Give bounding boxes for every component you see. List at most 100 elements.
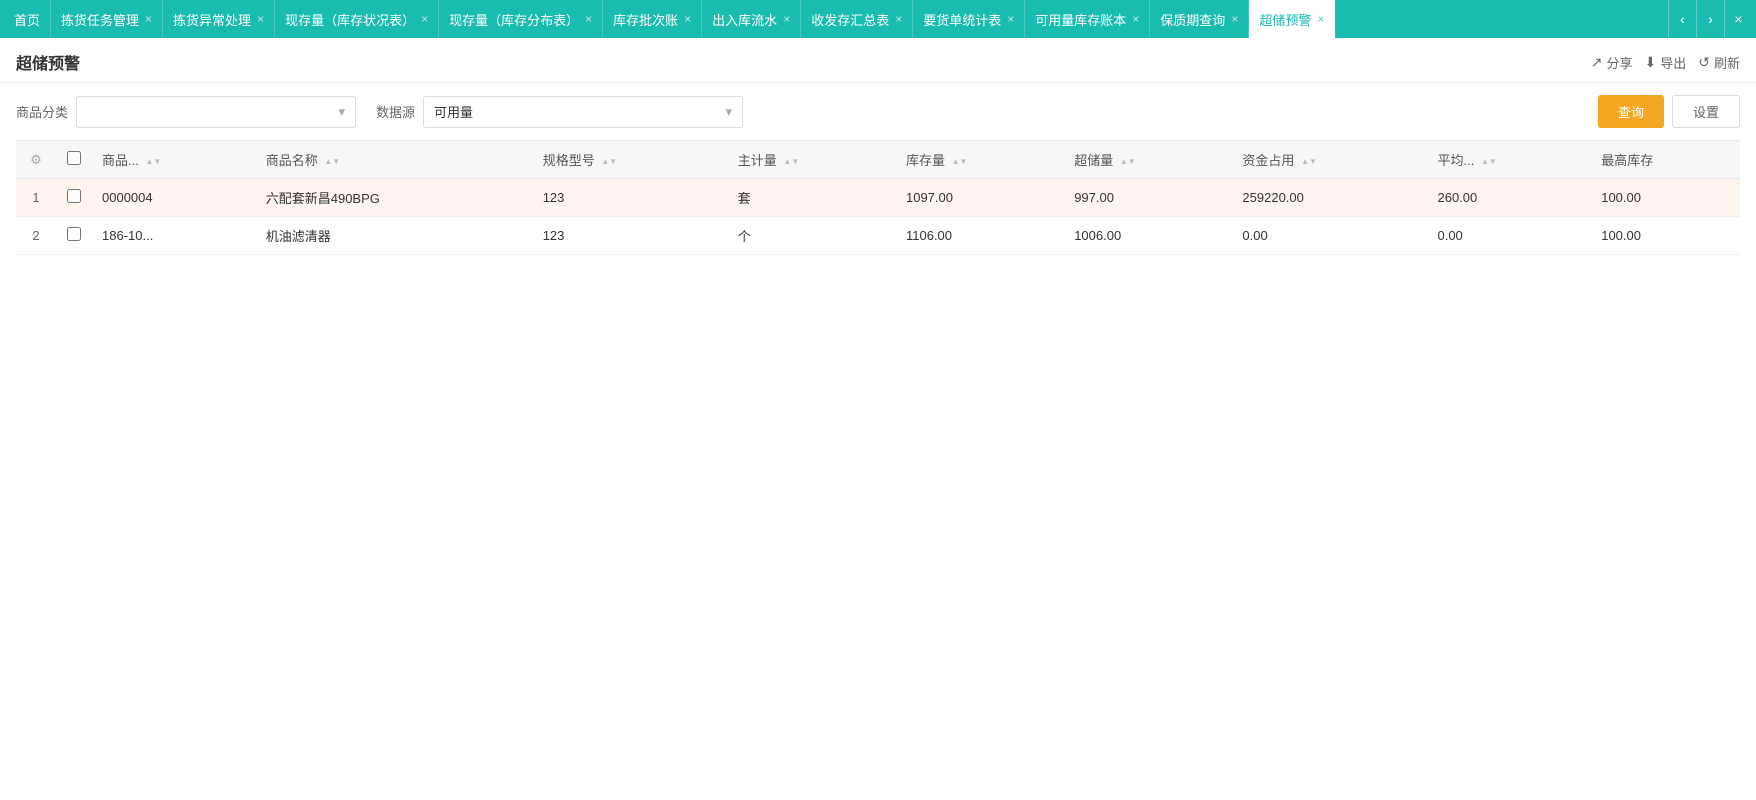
share-button[interactable]: ↗ 分享	[1591, 53, 1633, 72]
sort-icon[interactable]: ▲▼	[952, 158, 968, 166]
close-icon[interactable]: ×	[585, 12, 592, 26]
nav-item-overstock-warning[interactable]: 超储预警 ×	[1249, 0, 1335, 38]
nav-left-arrow[interactable]: ‹	[1668, 0, 1696, 38]
nav-close-arrow[interactable]: ×	[1724, 0, 1752, 38]
refresh-icon: ↺	[1698, 54, 1710, 71]
nav-item-available-account[interactable]: 可用量库存账本 ×	[1025, 0, 1150, 38]
cell-avg: 260.00	[1427, 179, 1591, 217]
query-button[interactable]: 查询	[1598, 95, 1664, 128]
close-icon[interactable]: ×	[1007, 12, 1014, 26]
chevron-down-icon: ▾	[338, 104, 345, 120]
table-wrapper: ⚙ 商品... ▲▼ 商品名称 ▲▼ 规格型号 ▲▼	[0, 140, 1756, 255]
gear-icon[interactable]: ⚙	[30, 152, 42, 167]
cell-stock-qty: 1097.00	[896, 179, 1064, 217]
th-max-stock: 最高库存	[1591, 141, 1740, 179]
th-unit: 主计量 ▲▼	[728, 141, 896, 179]
close-icon[interactable]: ×	[145, 12, 152, 26]
close-icon[interactable]: ×	[895, 12, 902, 26]
nav-label: 超储预警	[1259, 10, 1311, 29]
export-button[interactable]: ⬇ 导出	[1645, 53, 1687, 72]
sort-icon[interactable]: ▲▼	[1481, 158, 1497, 166]
nav-item-order-stat[interactable]: 要货单统计表 ×	[913, 0, 1025, 38]
page-content: 超储预警 ↗ 分享 ⬇ 导出 ↺ 刷新 商品分类 ▾ 数据源	[0, 38, 1756, 800]
sort-icon[interactable]: ▲▼	[783, 158, 799, 166]
cell-max-stock: 100.00	[1591, 217, 1740, 255]
nav-right-arrow[interactable]: ›	[1696, 0, 1724, 38]
row-checkbox[interactable]	[67, 227, 81, 241]
th-stock-qty: 库存量 ▲▼	[896, 141, 1064, 179]
sort-icon[interactable]: ▲▼	[145, 158, 161, 166]
cell-max-stock: 100.00	[1591, 179, 1740, 217]
nav-item-inventory-status[interactable]: 现存量（库存状况表） ×	[275, 0, 439, 38]
table-row: 1 0000004 六配套新昌490BPG 123 套 1097.00 997.…	[16, 179, 1740, 217]
cell-stock-qty: 1106.00	[896, 217, 1064, 255]
select-all-checkbox[interactable]	[67, 151, 81, 165]
nav-item-inventory-dist[interactable]: 现存量（库存分布表） ×	[439, 0, 603, 38]
sort-icon[interactable]: ▲▼	[1301, 158, 1317, 166]
nav-label: 库存批次账	[613, 10, 678, 29]
th-avg-label: 平均...	[1437, 153, 1474, 168]
nav-label: 拣货异常处理	[173, 10, 251, 29]
nav-item-home[interactable]: 首页	[4, 0, 51, 38]
close-icon[interactable]: ×	[783, 12, 790, 26]
th-unit-label: 主计量	[738, 153, 777, 168]
nav-label: 拣货任务管理	[61, 10, 139, 29]
product-category-select[interactable]: ▾	[76, 96, 356, 128]
settings-button[interactable]: 设置	[1672, 95, 1740, 128]
nav-label: 现存量（库存状况表）	[285, 10, 415, 29]
sort-icon[interactable]: ▲▼	[1120, 158, 1136, 166]
sort-icon[interactable]: ▲▼	[601, 158, 617, 166]
data-source-label: 数据源	[376, 102, 415, 121]
nav-item-abnormal[interactable]: 拣货异常处理 ×	[163, 0, 275, 38]
data-source-value: 可用量	[434, 102, 473, 121]
nav-item-home-label: 首页	[14, 10, 40, 29]
th-avg: 平均... ▲▼	[1427, 141, 1591, 179]
nav-item-task-mgmt[interactable]: 拣货任务管理 ×	[51, 0, 163, 38]
th-product-code-label: 商品...	[102, 153, 139, 168]
cell-avg: 0.00	[1427, 217, 1591, 255]
nav-label: 要货单统计表	[923, 10, 1001, 29]
sort-icon[interactable]: ▲▼	[324, 158, 340, 166]
export-label: 导出	[1660, 53, 1686, 72]
th-overstock-qty: 超储量 ▲▼	[1064, 141, 1232, 179]
cell-spec: 123	[533, 217, 728, 255]
close-icon[interactable]: ×	[684, 12, 691, 26]
th-overstock-qty-label: 超储量	[1074, 153, 1113, 168]
cell-product-code: 186-10...	[92, 217, 256, 255]
filter-row: 商品分类 ▾ 数据源 可用量 ▾ 查询 设置	[0, 83, 1756, 140]
close-icon[interactable]: ×	[257, 12, 264, 26]
product-category-filter: 商品分类 ▾	[16, 96, 356, 128]
cell-unit: 个	[728, 217, 896, 255]
th-max-stock-label: 最高库存	[1601, 153, 1653, 168]
cell-product-name: 机油滤清器	[256, 217, 533, 255]
header-actions: ↗ 分享 ⬇ 导出 ↺ 刷新	[1591, 53, 1740, 72]
nav-item-quality-check[interactable]: 保质期查询 ×	[1150, 0, 1249, 38]
close-icon[interactable]: ×	[1317, 12, 1324, 26]
close-icon[interactable]: ×	[1132, 12, 1139, 26]
close-icon[interactable]: ×	[1231, 12, 1238, 26]
th-gear: ⚙	[16, 141, 56, 179]
th-spec: 规格型号 ▲▼	[533, 141, 728, 179]
share-label: 分享	[1606, 53, 1632, 72]
th-spec-label: 规格型号	[543, 153, 595, 168]
export-icon: ⬇	[1645, 54, 1657, 71]
data-source-select[interactable]: 可用量 ▾	[423, 96, 743, 128]
row-checkbox[interactable]	[67, 189, 81, 203]
nav-item-receive-summary[interactable]: 收发存汇总表 ×	[801, 0, 913, 38]
refresh-label: 刷新	[1714, 53, 1740, 72]
nav-item-in-out-flow[interactable]: 出入库流水 ×	[702, 0, 801, 38]
page-title: 超储预警	[16, 50, 80, 74]
overstock-table: ⚙ 商品... ▲▼ 商品名称 ▲▼ 规格型号 ▲▼	[16, 140, 1740, 255]
cell-unit: 套	[728, 179, 896, 217]
nav-label: 保质期查询	[1160, 10, 1225, 29]
nav-label: 现存量（库存分布表）	[449, 10, 579, 29]
nav-label: 收发存汇总表	[811, 10, 889, 29]
nav-item-batch-account[interactable]: 库存批次账 ×	[603, 0, 702, 38]
close-icon[interactable]: ×	[421, 12, 428, 26]
row-checkbox-cell	[56, 217, 92, 255]
th-product-name-label: 商品名称	[266, 153, 318, 168]
nav-label: 出入库流水	[712, 10, 777, 29]
refresh-button[interactable]: ↺ 刷新	[1698, 53, 1740, 72]
th-product-name: 商品名称 ▲▼	[256, 141, 533, 179]
nav-arrows: ‹ › ×	[1668, 0, 1752, 38]
